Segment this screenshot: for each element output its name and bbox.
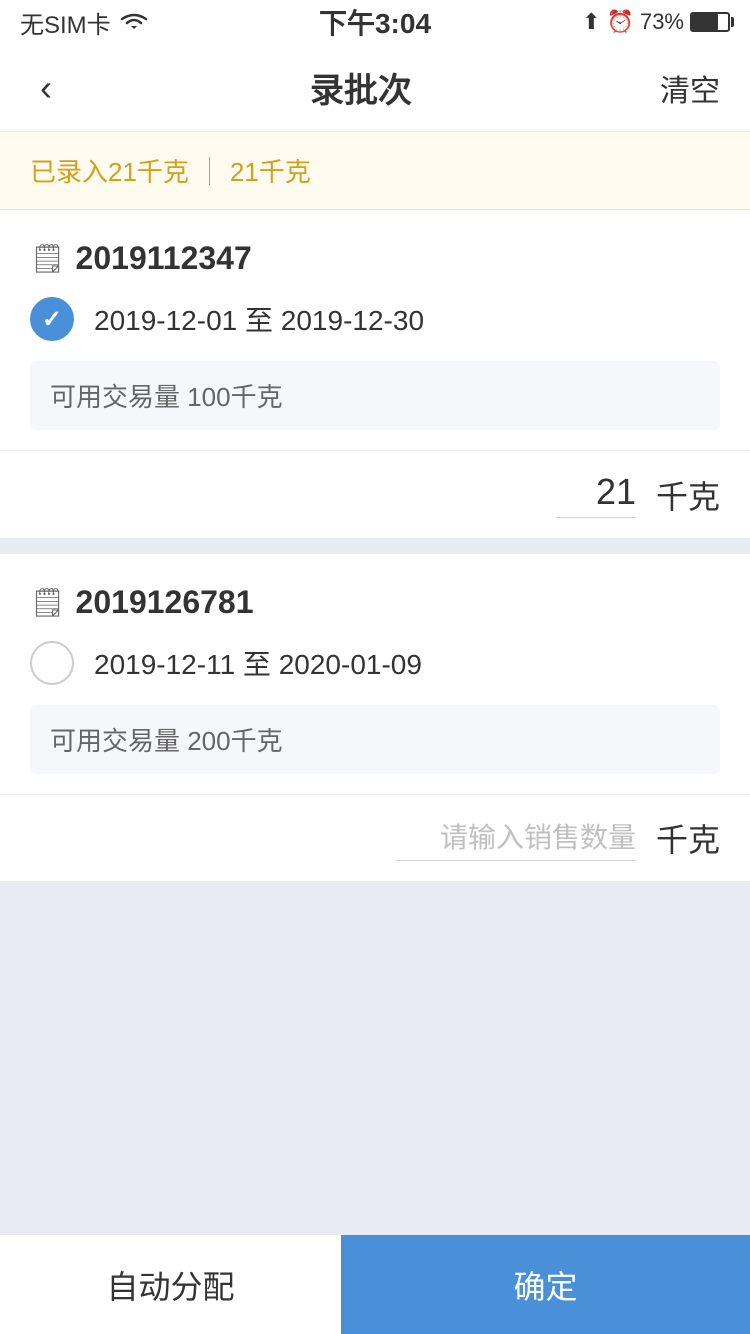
recorded-amount: 已录入21千克 — [30, 152, 189, 189]
time-display: 下午3:04 — [319, 2, 431, 42]
location-icon: ⬆ — [582, 9, 600, 35]
batch-row-1: 2019-12-01 至 2019-12-30 — [0, 287, 750, 351]
batch-id-2: 2019126781 — [76, 584, 254, 621]
batch-date-1: 2019-12-01 至 2019-12-30 — [94, 299, 424, 339]
alarm-icon: ⏰ — [607, 9, 634, 35]
network-label: 无SIM卡 — [20, 5, 111, 40]
battery-percent: 73% — [640, 9, 684, 35]
availability-1: 可用交易量 100千克 — [30, 361, 720, 430]
confirm-button[interactable]: 确定 — [341, 1235, 750, 1334]
availability-2: 可用交易量 200千克 — [30, 705, 720, 774]
batch-id-1: 2019112347 — [76, 240, 252, 277]
batch-row-2: 2019-12-11 至 2020-01-09 — [0, 631, 750, 695]
section-divider — [0, 538, 750, 554]
status-left: 无SIM卡 — [20, 5, 149, 40]
auto-distribute-button[interactable]: 自动分配 — [0, 1235, 341, 1334]
batch-doc-icon-2: 🗒 — [30, 586, 66, 619]
status-bar: 无SIM卡 下午3:04 ⬆ ⏰ 73% — [0, 0, 750, 44]
batch-card-1: 🗒 2019112347 2019-12-01 至 2019-12-30 可用交… — [0, 210, 750, 538]
info-divider — [209, 157, 210, 185]
info-banner: 已录入21千克 21千克 — [0, 132, 750, 210]
back-button[interactable]: ‹ — [30, 57, 62, 119]
clear-button[interactable]: 清空 — [660, 66, 720, 110]
quantity-value-1[interactable]: 21 — [556, 471, 636, 518]
battery-icon — [690, 12, 730, 32]
status-right: ⬆ ⏰ 73% — [582, 9, 730, 35]
batch-header-2: 🗒 2019126781 — [0, 554, 750, 631]
unit-2: 千克 — [656, 815, 720, 861]
input-row-2: 请输入销售数量 千克 — [0, 794, 750, 881]
unit-1: 千克 — [656, 472, 720, 518]
batch-doc-icon-1: 🗒 — [30, 242, 66, 275]
quantity-input-2[interactable]: 请输入销售数量 — [396, 816, 636, 861]
wifi-icon — [119, 11, 149, 33]
batch-date-2: 2019-12-11 至 2020-01-09 — [94, 643, 422, 683]
total-amount: 21千克 — [230, 152, 311, 189]
bottom-bar: 自动分配 确定 — [0, 1234, 750, 1334]
input-row-1: 21 千克 — [0, 450, 750, 538]
batch-header-1: 🗒 2019112347 — [0, 210, 750, 287]
radio-btn-1[interactable] — [30, 297, 74, 341]
radio-btn-2[interactable] — [30, 641, 74, 685]
nav-bar: ‹ 录批次 清空 — [0, 44, 750, 132]
page-title: 录批次 — [310, 63, 412, 112]
batch-card-2: 🗒 2019126781 2019-12-11 至 2020-01-09 可用交… — [0, 554, 750, 881]
